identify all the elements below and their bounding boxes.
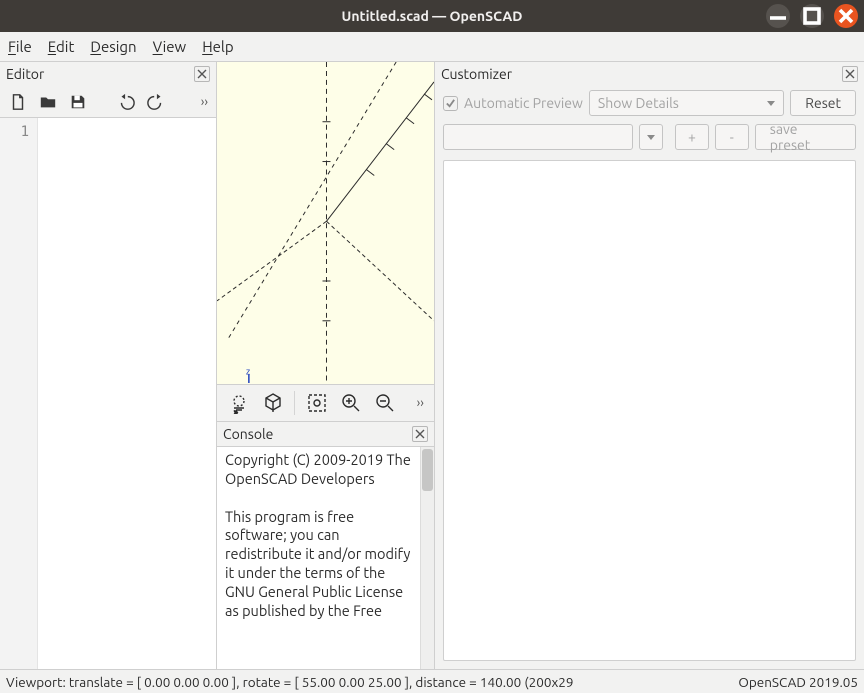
title-bar: Untitled.scad — OpenSCAD [0,0,864,32]
close-button[interactable] [834,4,858,28]
reset-button[interactable]: Reset [790,90,856,116]
svg-text:»: » [234,408,238,414]
open-file-icon[interactable] [38,92,58,112]
minimize-button[interactable] [766,4,790,28]
axis-z-label: z [246,367,251,377]
editor-panel-header: Editor [0,62,216,86]
menu-file[interactable]: File [8,38,32,55]
menu-design[interactable]: Design [90,38,136,55]
preset-combo-caret[interactable] [639,124,663,150]
status-version: OpenSCAD 2019.05 [738,674,858,690]
details-combo[interactable]: Show Details [589,90,784,116]
customizer-panel-title: Customizer [441,66,512,82]
menu-bar: File Edit Design View Help [0,32,864,62]
undo-icon[interactable] [116,92,136,112]
minus-button[interactable]: - [715,124,749,150]
save-preset-button[interactable]: save preset [755,124,856,150]
3d-viewport[interactable]: x y z [217,62,434,384]
view-toolbar-overflow-icon[interactable]: ›› [417,396,424,410]
center-panel: x y z » ›› [217,62,435,669]
main-area: Editor ›› [0,62,864,669]
customizer-panel: Customizer Automatic Preview Show Detail… [435,62,864,669]
preview-icon[interactable]: » [227,391,251,415]
view-toolbar: » ›› [217,384,434,422]
redo-icon[interactable] [146,92,166,112]
render-icon[interactable] [261,391,285,415]
chevron-down-icon [767,101,775,106]
details-combo-label: Show Details [598,95,679,111]
line-number: 1 [0,124,29,140]
editor-toolbar-overflow-icon[interactable]: ›› [201,95,208,109]
editor-panel: Editor ›› [0,62,217,669]
console-panel: Console Copyright (C) 2009-2019 The Open… [217,422,434,669]
editor-panel-title: Editor [6,66,44,82]
chevron-down-icon [647,135,655,140]
window-title: Untitled.scad — OpenSCAD [342,8,523,24]
status-viewport: Viewport: translate = [ 0.00 0.00 0.00 ]… [6,674,574,690]
console-output[interactable]: Copyright (C) 2009-2019 The OpenSCAD Dev… [217,447,420,669]
menu-edit[interactable]: Edit [48,38,75,55]
status-bar: Viewport: translate = [ 0.00 0.00 0.00 ]… [0,669,864,693]
customizer-row-2: + - save preset [435,120,864,154]
code-area[interactable] [38,118,216,669]
window-controls [766,4,858,28]
close-customizer-icon[interactable] [842,66,858,82]
plus-button[interactable]: + [675,124,709,150]
menu-help[interactable]: Help [202,38,233,55]
console-panel-title: Console [223,426,273,442]
scroll-thumb[interactable] [422,449,433,491]
maximize-button[interactable] [800,4,824,28]
close-console-icon[interactable] [412,426,428,442]
code-editor[interactable]: 1 [0,118,216,669]
console-panel-header: Console [217,422,434,446]
customizer-panel-header: Customizer [435,62,864,86]
zoom-in-icon[interactable] [339,391,363,415]
zoom-out-icon[interactable] [373,391,397,415]
close-editor-icon[interactable] [194,66,210,82]
new-file-icon[interactable] [8,92,28,112]
customizer-row-1: Automatic Preview Show Details Reset [435,86,864,120]
view-all-icon[interactable] [305,391,329,415]
auto-preview-checkbox[interactable] [443,96,458,111]
console-scrollbar[interactable] [420,447,434,669]
save-file-icon[interactable] [68,92,88,112]
customizer-body [443,160,856,661]
auto-preview-label: Automatic Preview [464,95,583,111]
menu-view[interactable]: View [153,38,187,55]
editor-toolbar: ›› [0,86,216,118]
preset-combo[interactable] [443,124,633,150]
line-gutter: 1 [0,118,38,669]
